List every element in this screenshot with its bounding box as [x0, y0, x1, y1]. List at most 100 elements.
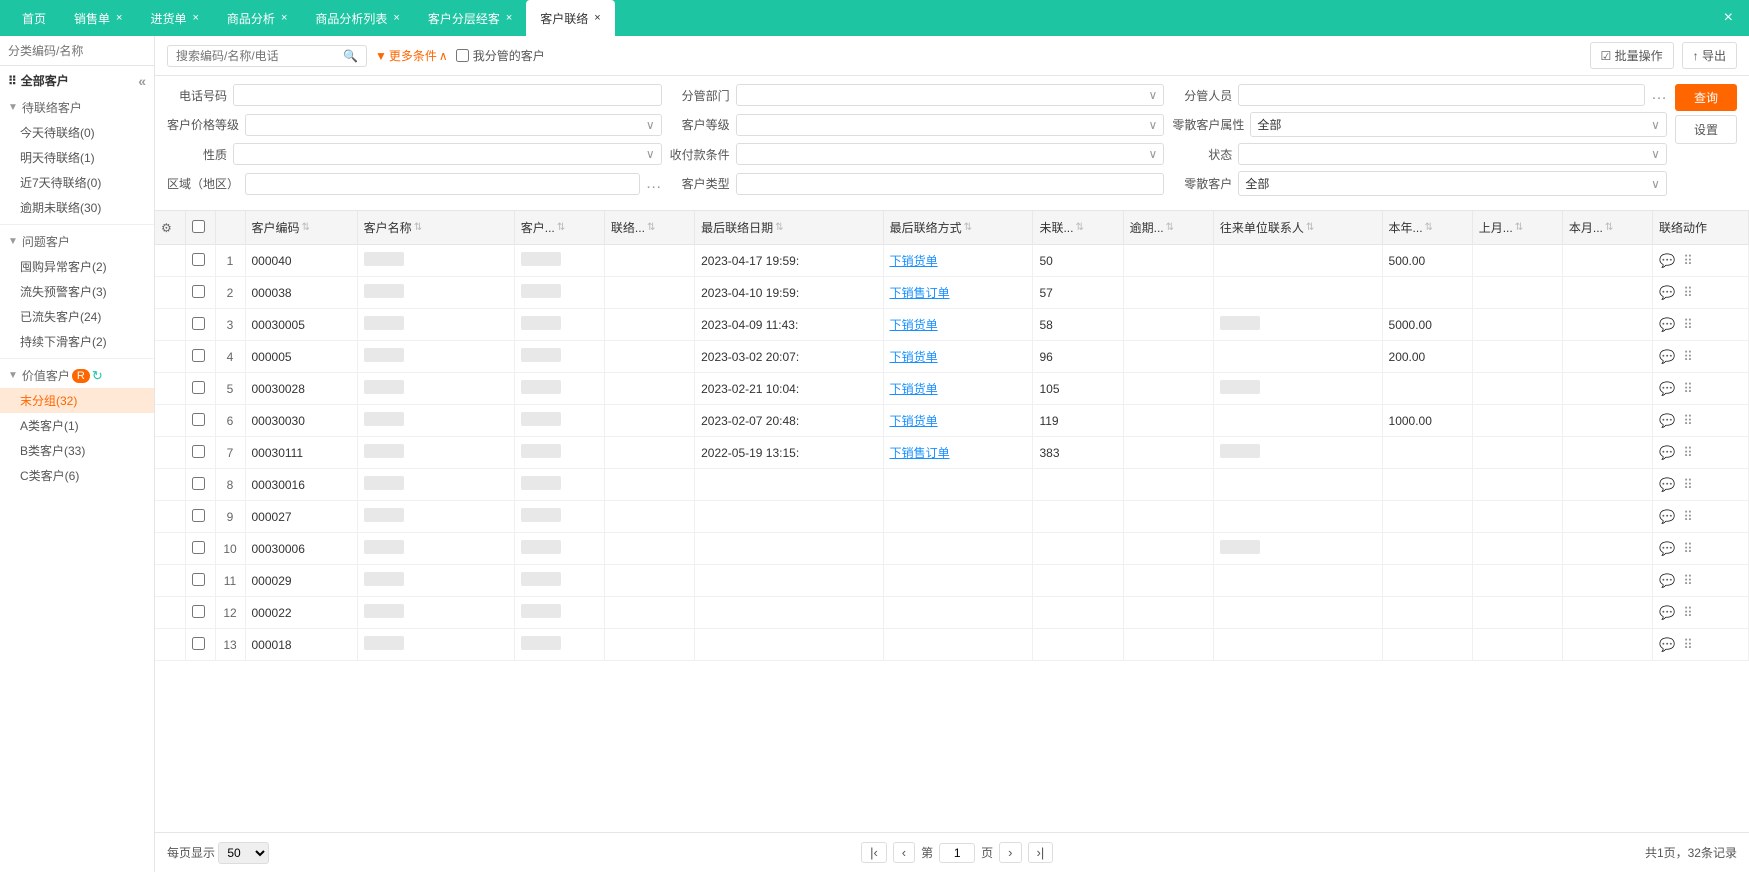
th-overdue[interactable]: 逾期... ⇅ — [1123, 211, 1213, 245]
th-intercompany[interactable]: 往来单位联系人 ⇅ — [1213, 211, 1382, 245]
grid-action-icon[interactable]: ⠿ — [1683, 285, 1693, 301]
next-page-button[interactable]: › — [999, 842, 1021, 863]
sidebar-item-ungroup[interactable]: 末分组(32) — [0, 388, 154, 413]
th-code[interactable]: 客户编码 ⇅ — [245, 211, 357, 245]
manager-input[interactable] — [1238, 84, 1645, 106]
grid-action-icon[interactable]: ⠿ — [1683, 253, 1693, 269]
contact-type-link[interactable]: 下销货单 — [890, 254, 938, 268]
chat-icon[interactable]: 💬 — [1659, 637, 1675, 653]
sidebar-all-customers[interactable]: ⠿ 全部客户 « — [0, 66, 154, 95]
sidebar-item-today[interactable]: 今天待联络(0) — [0, 120, 154, 145]
tab-sales[interactable]: 销售单 × — [60, 0, 136, 36]
sidebar-item-abnormal[interactable]: 囤购异常客户(2) — [0, 254, 154, 279]
grid-action-icon[interactable]: ⠿ — [1683, 605, 1693, 621]
my-customers-check[interactable] — [456, 49, 469, 62]
manager-dots-icon[interactable]: … — [1651, 87, 1667, 103]
contact-type-link[interactable]: 下销货单 — [890, 414, 938, 428]
grid-action-icon[interactable]: ⠿ — [1683, 573, 1693, 589]
row-checkbox[interactable] — [192, 253, 205, 266]
grid-action-icon[interactable]: ⠿ — [1683, 445, 1693, 461]
row-checkbox[interactable] — [192, 349, 205, 362]
contact-type-link[interactable]: 下销售订单 — [890, 286, 950, 300]
region-input[interactable] — [245, 173, 640, 195]
page-size-select[interactable]: 50 100 200 — [218, 842, 269, 864]
contact-type-link[interactable]: 下销货单 — [890, 318, 938, 332]
nature-select[interactable]: ∨ — [233, 143, 662, 165]
th-this-month[interactable]: 本月... ⇅ — [1562, 211, 1652, 245]
phone-input[interactable] — [233, 84, 662, 106]
row-checkbox[interactable] — [192, 637, 205, 650]
tab-purchase[interactable]: 进货单 × — [136, 0, 212, 36]
grid-action-icon[interactable]: ⠿ — [1683, 317, 1693, 333]
select-all-checkbox[interactable] — [192, 220, 205, 233]
status-select[interactable]: ∨ — [1238, 143, 1667, 165]
sidebar-collapse-icon[interactable]: « — [138, 73, 146, 89]
row-checkbox[interactable] — [192, 573, 205, 586]
grid-action-icon[interactable]: ⠿ — [1683, 637, 1693, 653]
sidebar-search-input[interactable] — [8, 44, 155, 58]
sidebar-item-declining[interactable]: 持续下滑客户(2) — [0, 329, 154, 354]
row-checkbox[interactable] — [192, 381, 205, 394]
chat-icon[interactable]: 💬 — [1659, 413, 1675, 429]
chat-icon[interactable]: 💬 — [1659, 573, 1675, 589]
chat-icon[interactable]: 💬 — [1659, 541, 1675, 557]
th-last-month[interactable]: 上月... ⇅ — [1472, 211, 1562, 245]
contact-type-link[interactable]: 下销货单 — [890, 382, 938, 396]
sidebar-item-class-b[interactable]: B类客户(33) — [0, 438, 154, 463]
th-last-contact-date[interactable]: 最后联络日期 ⇅ — [695, 211, 884, 245]
more-conditions-btn[interactable]: ▼ 更多条件 ∧ — [375, 47, 448, 64]
tab-sales-close[interactable]: × — [116, 12, 122, 24]
sidebar-item-week[interactable]: 近7天待联络(0) — [0, 170, 154, 195]
tab-analysis-list[interactable]: 商品分析列表 × — [301, 0, 413, 36]
row-checkbox[interactable] — [192, 285, 205, 298]
prev-page-button[interactable]: ‹ — [893, 842, 915, 863]
payment-select[interactable]: ∨ — [736, 143, 1165, 165]
tab-purchase-close[interactable]: × — [192, 12, 198, 24]
sidebar-item-churn-warning[interactable]: 流失预警客户(3) — [0, 279, 154, 304]
cust-level-select[interactable]: ∨ — [736, 114, 1165, 136]
chat-icon[interactable]: 💬 — [1659, 605, 1675, 621]
grid-action-icon[interactable]: ⠿ — [1683, 349, 1693, 365]
row-checkbox[interactable] — [192, 413, 205, 426]
sidebar-group-pending[interactable]: ▼ 待联络客户 — [0, 95, 154, 120]
my-customers-checkbox[interactable]: 我分管的客户 — [456, 47, 545, 64]
sidebar-item-overdue[interactable]: 逾期未联络(30) — [0, 195, 154, 220]
row-checkbox[interactable] — [192, 509, 205, 522]
th-no-contact[interactable]: 未联... ⇅ — [1033, 211, 1123, 245]
tab-home[interactable]: 首页 — [8, 0, 60, 36]
row-checkbox[interactable] — [192, 477, 205, 490]
chat-icon[interactable]: 💬 — [1659, 509, 1675, 525]
row-checkbox[interactable] — [192, 317, 205, 330]
settings-icon[interactable]: ⚙ — [161, 221, 172, 235]
dept-select[interactable]: ∨ — [736, 84, 1165, 106]
row-checkbox[interactable] — [192, 605, 205, 618]
chat-icon[interactable]: 💬 — [1659, 317, 1675, 333]
sidebar-item-tomorrow[interactable]: 明天待联络(1) — [0, 145, 154, 170]
search-input[interactable] — [176, 49, 339, 63]
query-button[interactable]: 查询 — [1675, 84, 1737, 111]
sidebar-item-churned[interactable]: 已流失客户(24) — [0, 304, 154, 329]
tab-analysis[interactable]: 商品分析 × — [213, 0, 301, 36]
tab-customer-seg[interactable]: 客户分层经客 × — [414, 0, 526, 36]
refresh-icon[interactable]: ↻ — [92, 368, 103, 384]
row-checkbox[interactable] — [192, 445, 205, 458]
th-name[interactable]: 客户名称 ⇅ — [357, 211, 514, 245]
chat-icon[interactable]: 💬 — [1659, 253, 1675, 269]
th-last-contact-type[interactable]: 最后联络方式 ⇅ — [883, 211, 1033, 245]
scattered-select[interactable]: 全部∨ — [1238, 171, 1667, 196]
grid-action-icon[interactable]: ⠿ — [1683, 413, 1693, 429]
page-number-input[interactable] — [939, 843, 975, 863]
row-checkbox[interactable] — [192, 541, 205, 554]
chat-icon[interactable]: 💬 — [1659, 381, 1675, 397]
sidebar-group-problem[interactable]: ▼ 问题客户 — [0, 229, 154, 254]
th-contact[interactable]: 联络... ⇅ — [604, 211, 694, 245]
chat-icon[interactable]: 💬 — [1659, 477, 1675, 493]
nav-close-button[interactable]: × — [1716, 9, 1741, 27]
tab-analysis-close[interactable]: × — [281, 12, 287, 24]
price-level-select[interactable]: ∨ — [245, 114, 662, 136]
export-button[interactable]: ↑ 导出 — [1682, 42, 1737, 69]
grid-action-icon[interactable]: ⠿ — [1683, 509, 1693, 525]
region-dots-icon[interactable]: … — [646, 176, 662, 192]
chat-icon[interactable]: 💬 — [1659, 285, 1675, 301]
tab-analysis-list-close[interactable]: × — [393, 12, 399, 24]
